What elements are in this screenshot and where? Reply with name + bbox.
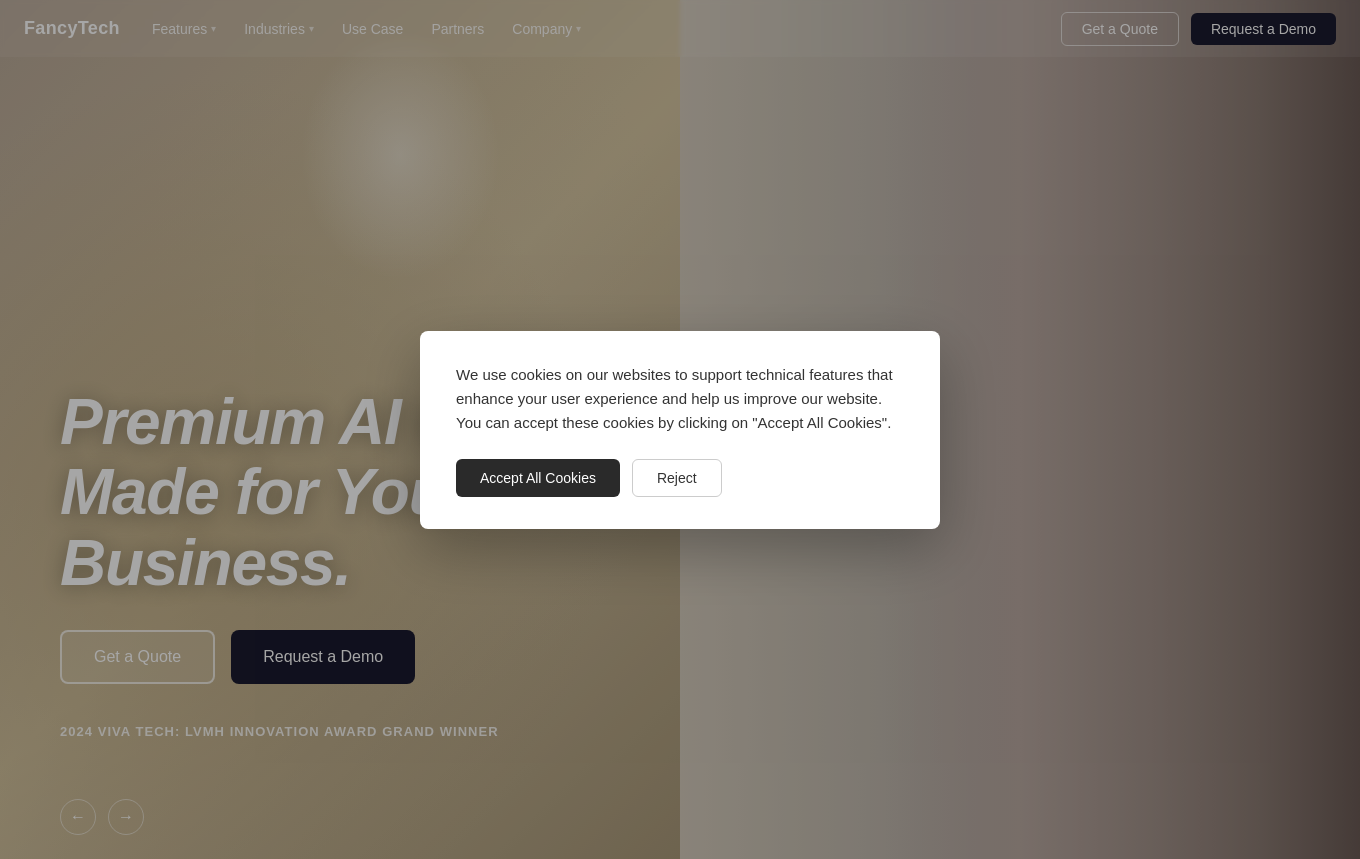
cookie-overlay: We use cookies on our websites to suppor… xyxy=(0,0,1360,859)
reject-cookies-button[interactable]: Reject xyxy=(632,459,722,497)
accept-cookies-button[interactable]: Accept All Cookies xyxy=(456,459,620,497)
cookie-message: We use cookies on our websites to suppor… xyxy=(456,363,904,435)
cookie-modal: We use cookies on our websites to suppor… xyxy=(420,331,940,529)
cookie-buttons: Accept All Cookies Reject xyxy=(456,459,904,497)
